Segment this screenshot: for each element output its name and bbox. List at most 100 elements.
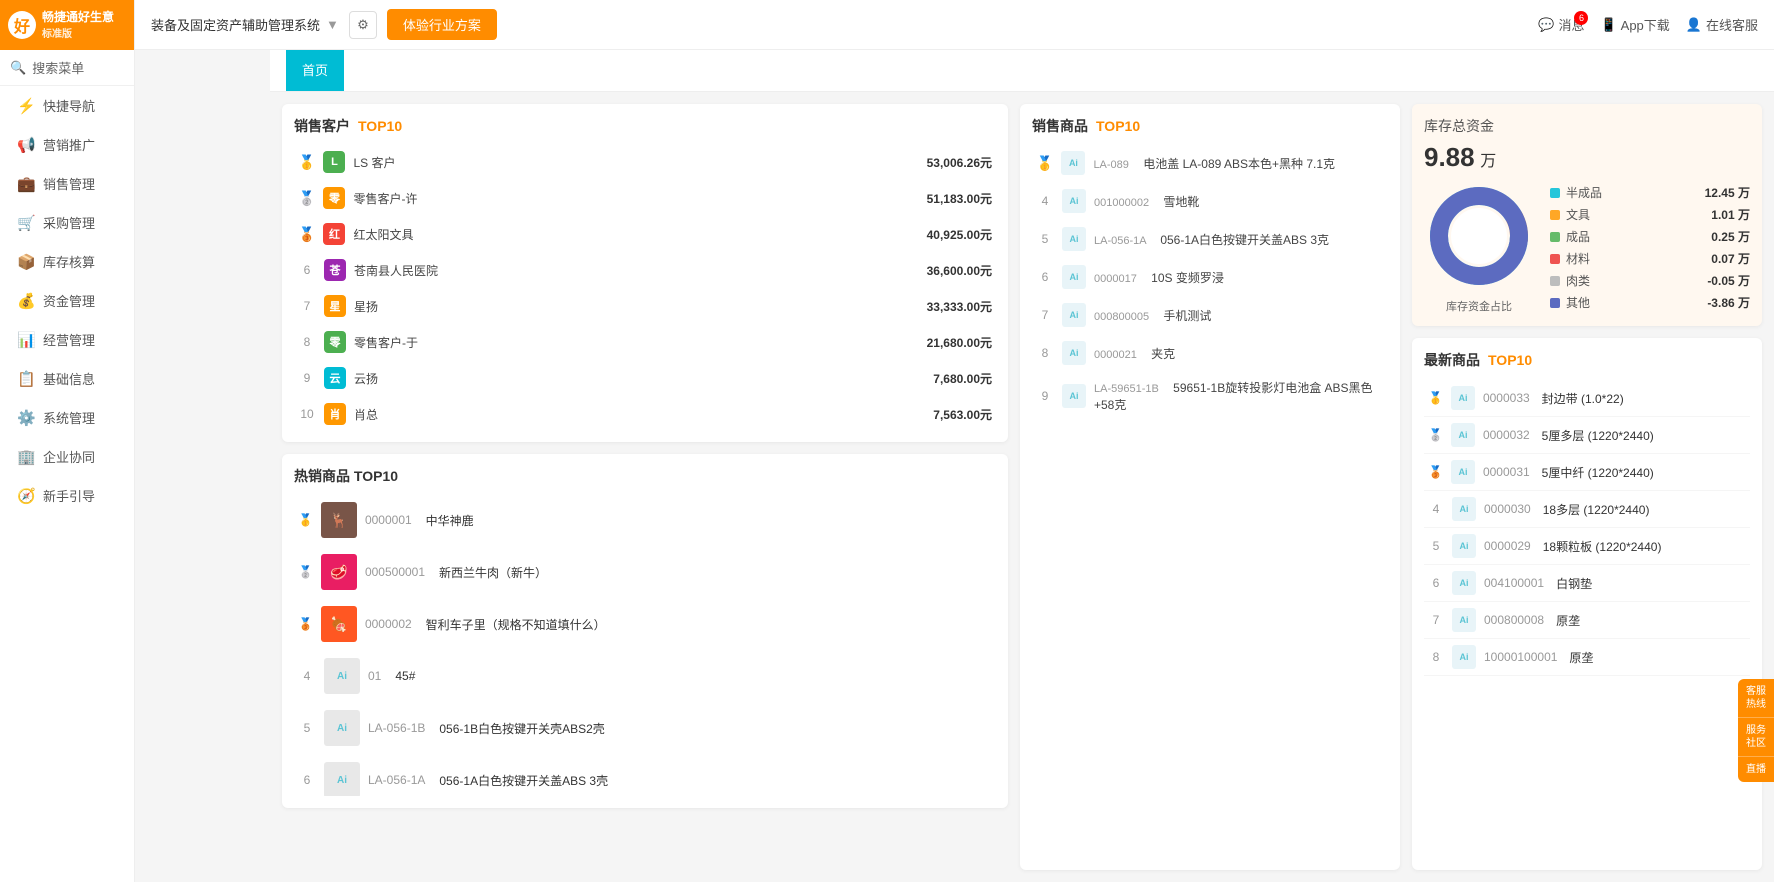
sales-product-title: 销售商品 xyxy=(1032,116,1088,136)
rank-number: 6 xyxy=(298,773,316,787)
trial-button[interactable]: 体验行业方案 xyxy=(387,9,497,40)
hot-product-image: 🦌 xyxy=(321,502,357,538)
product-name: 手机测试 xyxy=(1163,309,1211,323)
hot-product-name: 056-1B白色按键开关壳ABS2壳 xyxy=(439,720,604,737)
sidebar: 好 畅捷通好生意 标准版 🔍 搜索菜单 ⚡ 快捷导航 📢 营销推广 💼 销售管理… xyxy=(0,0,135,882)
system-selector[interactable]: 装备及固定资产辅助管理系统 ▼ xyxy=(151,15,339,34)
hot-product-item: 🥉 🍖 0000002 智利车子里（规格不知道填什么） xyxy=(294,600,996,648)
hot-product-item: 5 Ai LA-056-1B 056-1B白色按键开关壳ABS2壳 xyxy=(294,704,996,752)
legend-item: 半成品 12.45 万 xyxy=(1550,184,1750,201)
product-image: Ai xyxy=(1452,497,1476,521)
newest-label: TOP10 xyxy=(1488,352,1532,368)
customer-avatar: 肖 xyxy=(324,403,346,425)
medal-icon: 🥈 xyxy=(298,565,313,579)
online-service-button[interactable]: 👤 在线客服 xyxy=(1686,15,1758,34)
product-image: Ai xyxy=(1452,571,1476,595)
product-code: 0000029 xyxy=(1484,539,1531,553)
service-community-button[interactable]: 服务社区 xyxy=(1738,718,1774,757)
product-code: 10000100001 xyxy=(1484,650,1557,664)
settings-button[interactable]: ⚙ xyxy=(349,11,377,39)
sidebar-nav: ⚡ 快捷导航 📢 营销推广 💼 销售管理 🛒 采购管理 📦 库存核算 💰 资金管… xyxy=(0,86,134,882)
hot-product-image: 🥩 xyxy=(321,554,357,590)
medal-icon: 🥇 xyxy=(298,513,313,527)
customer-rank-item: 10 肖 肖总 7,563.00元 xyxy=(294,398,996,430)
customer-top10-card: 销售客户 TOP10 🥇 L LS 客户 53,006.26元 🥈 零 xyxy=(282,104,1008,442)
service-buttons: 客服热线 服务社区 直播 xyxy=(1738,679,1774,782)
company-icon: 🏢 xyxy=(17,448,35,466)
sidebar-item-company[interactable]: 🏢 企业协同 xyxy=(0,437,134,476)
sales-product-card: 销售商品 TOP10 🥇 Ai LA-089 电池盖 LA-089 ABS本色+… xyxy=(1020,104,1400,870)
hot-product-image: 🍖 xyxy=(321,606,357,642)
basic-icon: 📋 xyxy=(17,370,35,388)
guide-icon: 🧭 xyxy=(17,487,35,505)
sidebar-item-inventory[interactable]: 📦 库存核算 xyxy=(0,242,134,281)
sales-product-item: 6 Ai 0000017 10S 变频罗浸 xyxy=(1032,260,1388,294)
product-code: LA-59651-1B xyxy=(1094,383,1170,395)
product-name: 白钢垫 xyxy=(1556,575,1746,592)
newest-products-list: 🥇 Ai 0000033 封边带 (1.0*22) 🥈 Ai 0000032 5… xyxy=(1424,380,1750,680)
hot-product-name: 新西兰牛肉（新牛） xyxy=(439,564,547,581)
rank-number: 4 xyxy=(1428,502,1444,516)
product-name: 10S 变频罗浸 xyxy=(1151,271,1224,285)
app-icon: 📱 xyxy=(1600,17,1616,33)
product-image: Ai xyxy=(1452,645,1476,669)
sidebar-item-label: 经营管理 xyxy=(43,330,95,349)
sidebar-item-finance[interactable]: 💰 资金管理 xyxy=(0,281,134,320)
sidebar-item-guide[interactable]: 🧭 新手引导 xyxy=(0,476,134,515)
service-icon: 👤 xyxy=(1686,17,1702,33)
legend-dot xyxy=(1550,254,1560,264)
legend-name: 成品 xyxy=(1566,228,1705,245)
product-name: 封边带 (1.0*22) xyxy=(1542,390,1746,407)
product-image: Ai xyxy=(1452,534,1476,558)
hot-product-image: Ai xyxy=(324,762,360,796)
sidebar-item-system[interactable]: ⚙️ 系统管理 xyxy=(0,398,134,437)
sales-icon: 💼 xyxy=(17,175,35,193)
dropdown-arrow-icon: ▼ xyxy=(326,17,339,32)
product-code: 0000021 xyxy=(1094,349,1148,361)
hot-product-code: 01 xyxy=(368,669,381,683)
legend-dot xyxy=(1550,232,1560,242)
medal-gold-icon: 🥇 xyxy=(298,154,315,171)
topbar: 装备及固定资产辅助管理系统 ▼ ⚙ 体验行业方案 💬 消息 6 📱 App下载 … xyxy=(135,0,1774,50)
app-download-button[interactable]: 📱 App下载 xyxy=(1600,15,1669,34)
hot-product-code: 0000001 xyxy=(365,513,412,527)
logo-icon: 好 xyxy=(8,11,36,39)
sidebar-item-label: 新手引导 xyxy=(43,486,95,505)
inventory-value: 9.88 xyxy=(1424,142,1475,172)
medal-icon: 🥈 xyxy=(1428,428,1443,442)
sidebar-item-purchase[interactable]: 🛒 采购管理 xyxy=(0,203,134,242)
medal-icon: 🥉 xyxy=(1428,465,1443,479)
rank-number: 8 xyxy=(1428,650,1444,664)
sidebar-item-sales[interactable]: 💼 销售管理 xyxy=(0,164,134,203)
inventory-unit: 万 xyxy=(1480,153,1496,170)
sidebar-item-basic[interactable]: 📋 基础信息 xyxy=(0,359,134,398)
service-hotline-button[interactable]: 客服热线 xyxy=(1738,679,1774,718)
customer-rank-item: 🥈 零 零售客户-许 51,183.00元 xyxy=(294,182,996,214)
rank-number: 5 xyxy=(1428,539,1444,553)
product-name: 18颗粒板 (1220*2440) xyxy=(1543,538,1746,555)
customer-value: 7,563.00元 xyxy=(933,406,992,423)
right-panel: 库存总资金 9.88 万 xyxy=(1412,104,1762,870)
sidebar-item-shortcut[interactable]: ⚡ 快捷导航 xyxy=(0,86,134,125)
sidebar-item-marketing[interactable]: 📢 营销推广 xyxy=(0,125,134,164)
customer-avatar: 苍 xyxy=(324,259,346,281)
inventory-icon: 📦 xyxy=(17,253,35,271)
product-name: 18多层 (1220*2440) xyxy=(1543,501,1746,518)
customer-rank-item: 8 零 零售客户-于 21,680.00元 xyxy=(294,326,996,358)
product-image: Ai xyxy=(1062,227,1086,251)
newest-product-item: 7 Ai 000800008 原垄 xyxy=(1424,602,1750,639)
customer-avatar: 零 xyxy=(324,331,346,353)
hot-product-item: 6 Ai LA-056-1A 056-1A白色按键开关盖ABS 3壳 xyxy=(294,756,996,796)
message-button[interactable]: 💬 消息 6 xyxy=(1538,15,1584,34)
legend-dot xyxy=(1550,298,1560,308)
search-menu[interactable]: 🔍 搜索菜单 xyxy=(0,50,134,86)
donut-chart xyxy=(1424,181,1534,291)
hot-product-code: 0000002 xyxy=(365,617,412,631)
sidebar-item-operation[interactable]: 📊 经营管理 xyxy=(0,320,134,359)
service-live-button[interactable]: 直播 xyxy=(1738,757,1774,782)
product-code: 0000032 xyxy=(1483,428,1530,442)
rank-number: 8 xyxy=(1036,346,1054,360)
rank-number: 6 xyxy=(298,263,316,277)
customer-top10-label: TOP10 xyxy=(358,118,402,134)
tab-home[interactable]: 首页 xyxy=(286,50,344,91)
